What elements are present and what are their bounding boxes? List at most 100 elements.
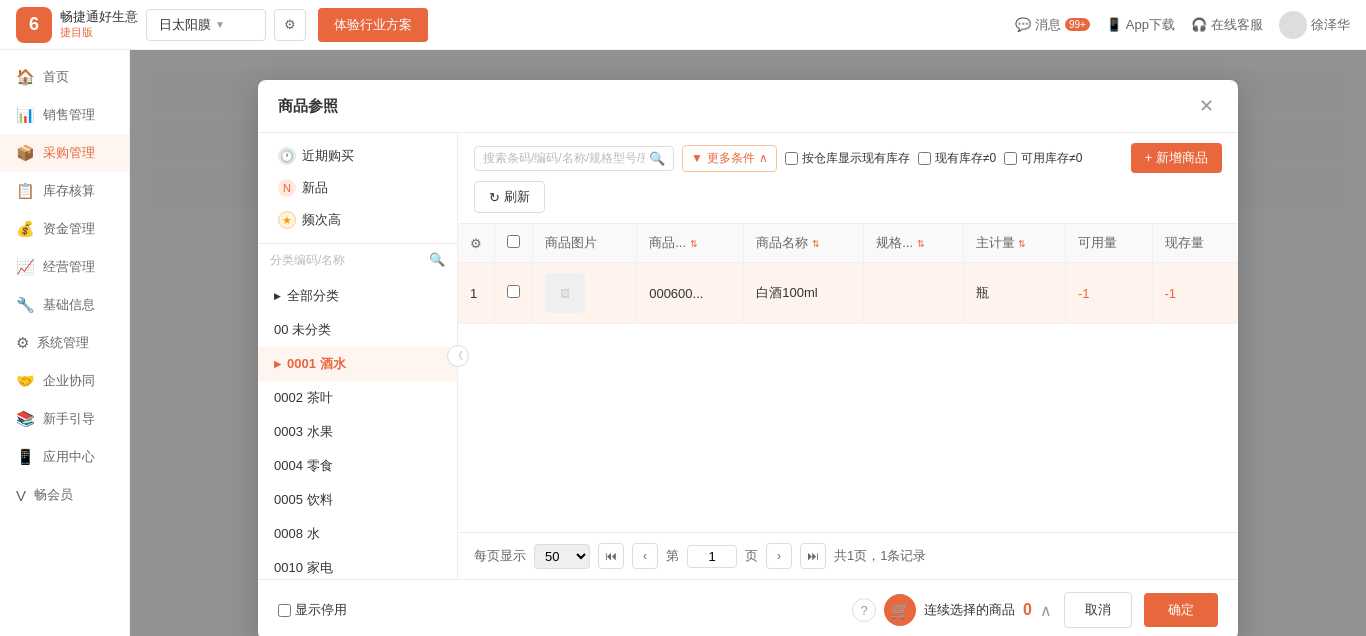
- category-search-input[interactable]: [270, 253, 423, 267]
- logo-area: 6 畅捷通好生意 捷目版: [16, 7, 146, 43]
- per-page-label: 每页显示: [474, 547, 526, 565]
- sidebar-item-home[interactable]: 🏠 首页: [0, 58, 129, 96]
- cart-icon: 🛒: [890, 601, 910, 620]
- cart-button[interactable]: 🛒: [884, 594, 916, 626]
- arrow-icon-0001: ▶: [274, 359, 281, 369]
- collapse-cart-icon[interactable]: ∧: [1040, 601, 1052, 620]
- col-settings-icon: ⚙: [470, 236, 482, 251]
- last-page-button[interactable]: ⏭: [800, 543, 826, 569]
- store-selector[interactable]: 日太阳膜 ▼: [146, 9, 266, 41]
- cell-image: 🖼: [533, 263, 637, 324]
- col-name[interactable]: 商品名称 ⇅: [744, 224, 864, 263]
- vip-icon: V: [16, 487, 26, 504]
- sidebar-item-operation[interactable]: 📈 经营管理: [0, 248, 129, 286]
- sidebar: 🏠 首页 📊 销售管理 📦 采购管理 📋 库存核算 💰 资金管理 📈 经营管理 …: [0, 50, 130, 636]
- user-item[interactable]: 徐泽华: [1279, 11, 1350, 39]
- show-disabled-checkbox[interactable]: [278, 604, 291, 617]
- product-table-container: ⚙ 商品图片 商品... ⇅: [458, 224, 1238, 532]
- usable-nonzero-checkbox[interactable]: [1004, 152, 1017, 165]
- product-search-icon[interactable]: 🔍: [649, 151, 665, 166]
- store-name: 日太阳膜: [159, 16, 211, 34]
- usable-nonzero-filter-label[interactable]: 可用库存≠0: [1004, 150, 1082, 167]
- sidebar-label-sales: 销售管理: [43, 106, 95, 124]
- phone-icon: 📱: [1106, 17, 1122, 32]
- avatar: [1279, 11, 1307, 39]
- col-settings[interactable]: ⚙: [458, 224, 495, 263]
- modal-overlay: 商品参照 ✕ 🕐 近期购买 N 新: [130, 50, 1366, 636]
- modal-right-panel: 🔍 ▼ 更多条件 ∧ 按仓库显示现有库存: [458, 133, 1238, 579]
- sidebar-label-guide: 新手引导: [43, 410, 95, 428]
- category-item-0005[interactable]: 0005 饮料: [258, 483, 457, 517]
- sidebar-item-basic[interactable]: 🔧 基础信息: [0, 286, 129, 324]
- show-disabled-text: 显示停用: [295, 601, 347, 619]
- per-page-select[interactable]: 50 20 100: [534, 544, 590, 569]
- quick-filter-new[interactable]: N 新品: [270, 173, 445, 203]
- message-icon: 💬: [1015, 17, 1031, 32]
- first-page-button[interactable]: ⏮: [598, 543, 624, 569]
- category-item-0003[interactable]: 0003 水果: [258, 415, 457, 449]
- sidebar-item-inventory[interactable]: 📋 库存核算: [0, 172, 129, 210]
- stock-nonzero-checkbox[interactable]: [918, 152, 931, 165]
- category-item-00[interactable]: 00 未分类: [258, 313, 457, 347]
- sidebar-item-vip[interactable]: V 畅会员: [0, 476, 129, 514]
- category-list: ▶ 全部分类 00 未分类 ▶ 0001 酒水 0002 茶叶 0: [258, 275, 457, 579]
- home-icon: 🏠: [16, 68, 35, 86]
- more-filters-button[interactable]: ▼ 更多条件 ∧: [682, 145, 777, 172]
- app-download-item[interactable]: 📱 App下载: [1106, 16, 1175, 34]
- sidebar-item-purchase[interactable]: 📦 采购管理: [0, 134, 129, 172]
- category-item-0004[interactable]: 0004 零食: [258, 449, 457, 483]
- select-all-checkbox[interactable]: [507, 235, 520, 248]
- warehouse-filter-checkbox[interactable]: [785, 152, 798, 165]
- category-item-0008[interactable]: 0008 水: [258, 517, 457, 551]
- sidebar-item-guide[interactable]: 📚 新手引导: [0, 400, 129, 438]
- col-spec[interactable]: 规格... ⇅: [864, 224, 963, 263]
- sidebar-item-finance[interactable]: 💰 资金管理: [0, 210, 129, 248]
- collapse-panel-button[interactable]: 《: [447, 345, 469, 367]
- quick-filter-recent-label: 近期购买: [302, 147, 354, 165]
- basic-icon: 🔧: [16, 296, 35, 314]
- warehouse-filter-label[interactable]: 按仓库显示现有库存: [785, 150, 910, 167]
- row-checkbox[interactable]: [507, 285, 520, 298]
- category-item-0001[interactable]: ▶ 0001 酒水: [258, 347, 457, 381]
- stock-nonzero-filter-label[interactable]: 现有库存≠0: [918, 150, 996, 167]
- show-disabled-label[interactable]: 显示停用: [278, 601, 347, 619]
- top-nav: 6 畅捷通好生意 捷目版 日太阳膜 ▼ ⚙ 体验行业方案 💬 消息 99+ 📱 …: [0, 0, 1366, 50]
- table-row[interactable]: 1 🖼: [458, 263, 1238, 324]
- sidebar-item-system[interactable]: ⚙ 系统管理: [0, 324, 129, 362]
- category-item-0010[interactable]: 0010 家电: [258, 551, 457, 579]
- category-item-0002[interactable]: 0002 茶叶: [258, 381, 457, 415]
- messages-nav-item[interactable]: 💬 消息 99+: [1015, 16, 1090, 34]
- product-search-input[interactable]: [483, 151, 645, 165]
- freq-icon: ★: [278, 211, 296, 229]
- cancel-button[interactable]: 取消: [1064, 592, 1132, 628]
- content-area: 商品参照 ✕ 🕐 近期购买 N 新: [130, 50, 1366, 636]
- add-product-button[interactable]: + 新增商品: [1131, 143, 1222, 173]
- confirm-button[interactable]: 确定: [1144, 593, 1218, 627]
- sidebar-item-apps[interactable]: 📱 应用中心: [0, 438, 129, 476]
- col-code[interactable]: 商品... ⇅: [637, 224, 744, 263]
- refresh-label: 刷新: [504, 188, 530, 206]
- col-checkbox[interactable]: [495, 224, 533, 263]
- help-icon-button[interactable]: ?: [852, 598, 876, 622]
- modal-close-button[interactable]: ✕: [1194, 94, 1218, 118]
- operation-icon: 📈: [16, 258, 35, 276]
- img-placeholder-icon: 🖼: [560, 288, 570, 299]
- settings-button[interactable]: ⚙: [274, 9, 306, 41]
- quick-filter-freq[interactable]: ★ 频次高: [270, 205, 445, 235]
- refresh-button[interactable]: ↻ 刷新: [474, 181, 545, 213]
- page-input[interactable]: [687, 545, 737, 568]
- col-unit[interactable]: 主计量 ⇅: [963, 224, 1065, 263]
- filter-chevron-icon: ∧: [759, 151, 768, 165]
- trial-button[interactable]: 体验行业方案: [318, 8, 428, 42]
- category-item-all[interactable]: ▶ 全部分类: [258, 279, 457, 313]
- next-page-button[interactable]: ›: [766, 543, 792, 569]
- quick-filter-recent[interactable]: 🕐 近期购买: [270, 141, 445, 171]
- sidebar-item-enterprise[interactable]: 🤝 企业协同: [0, 362, 129, 400]
- cell-stock: -1: [1152, 263, 1238, 324]
- category-search-icon[interactable]: 🔍: [429, 252, 445, 267]
- cell-checkbox[interactable]: [495, 263, 533, 324]
- sidebar-item-sales[interactable]: 📊 销售管理: [0, 96, 129, 134]
- prev-page-button[interactable]: ‹: [632, 543, 658, 569]
- online-service-item[interactable]: 🎧 在线客服: [1191, 16, 1263, 34]
- sidebar-label-vip: 畅会员: [34, 486, 73, 504]
